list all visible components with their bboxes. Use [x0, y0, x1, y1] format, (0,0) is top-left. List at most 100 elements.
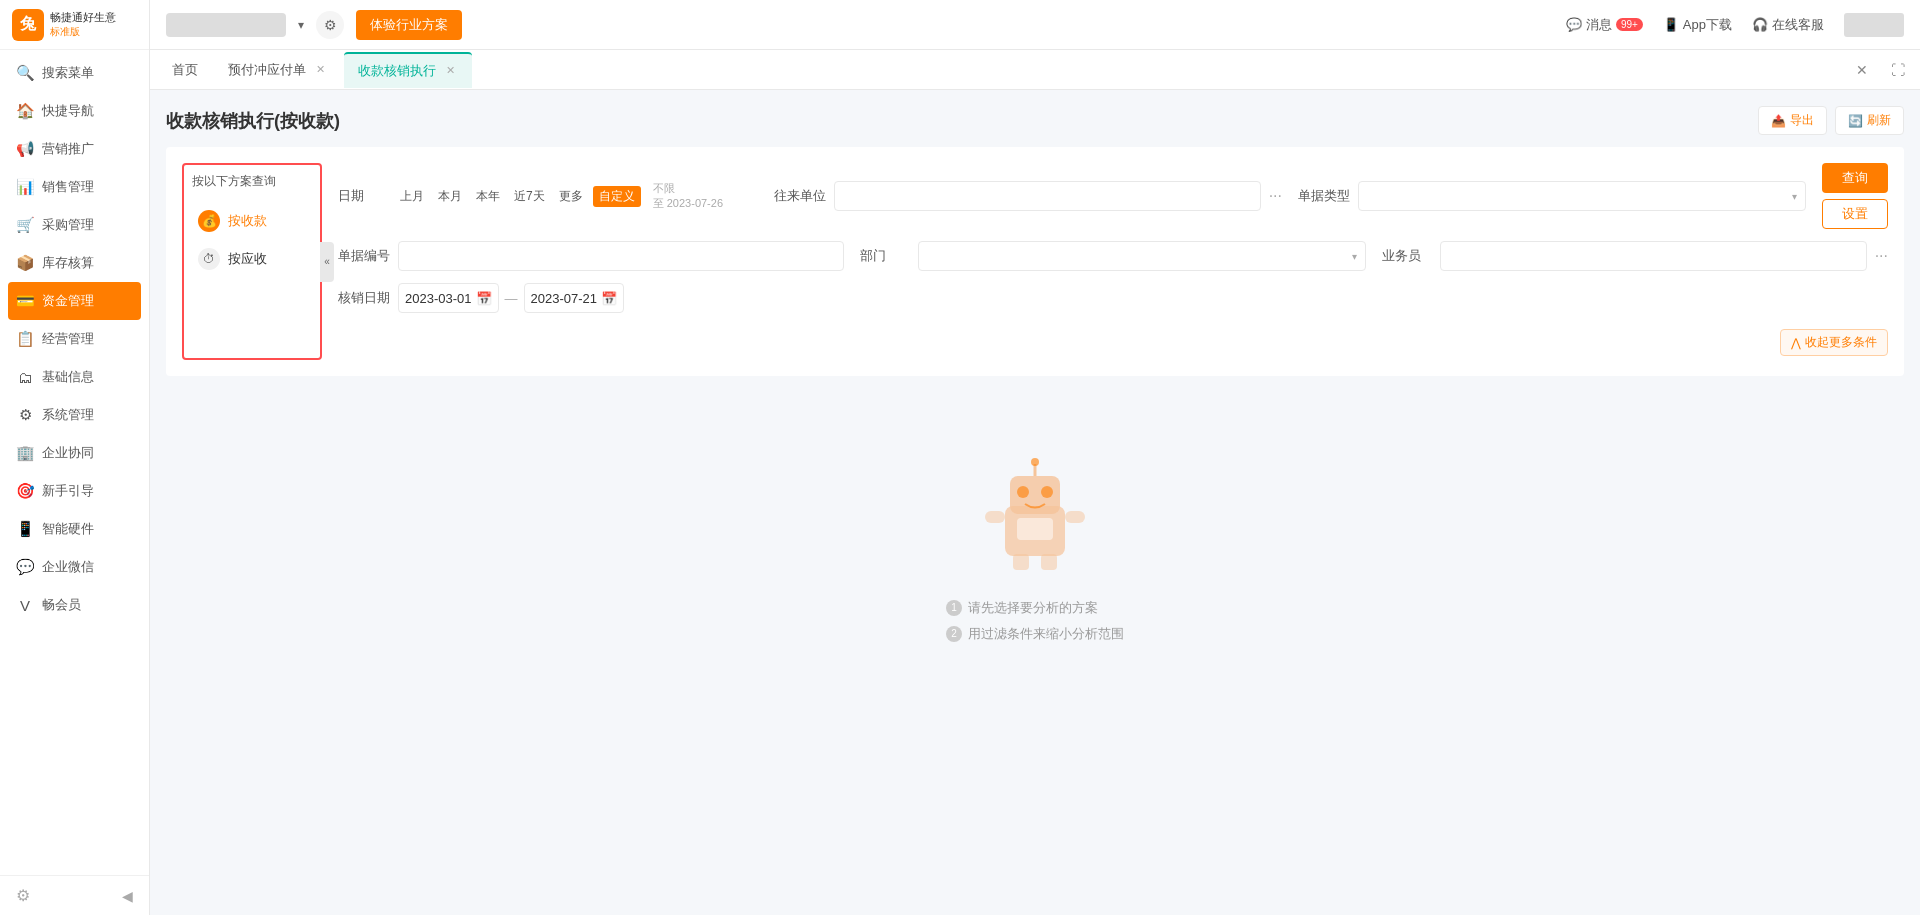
offset-date-end-value: 2023-07-21 [531, 291, 598, 306]
sidebar-item-member[interactable]: V 畅会员 [0, 586, 149, 624]
export-btn[interactable]: 📤 导出 [1758, 106, 1827, 135]
sidebar-item-wechat[interactable]: 💬 企业微信 [0, 548, 149, 586]
user-avatar[interactable] [1844, 13, 1904, 37]
doc-type-chevron-icon: ▾ [1792, 191, 1797, 202]
staff-field: 业务员 ··· [1382, 241, 1888, 271]
date-this-year[interactable]: 本年 [472, 186, 504, 207]
sidebar-label-enterprise: 企业协同 [42, 444, 94, 462]
receipt-option-icon: 💰 [198, 210, 220, 232]
filter-option-by-receipt[interactable]: 💰 按收款 [192, 202, 312, 240]
sidebar-item-system[interactable]: ⚙ 系统管理 [0, 396, 149, 434]
staff-input[interactable] [1440, 241, 1867, 271]
sidebar-item-base-info[interactable]: 🗂 基础信息 [0, 358, 149, 396]
collapse-icon: ⋀ [1791, 336, 1801, 350]
online-service-btn[interactable]: 🎧 在线客服 [1752, 16, 1824, 34]
date-custom[interactable]: 自定义 [593, 186, 641, 207]
sidebar-label-purchase: 采购管理 [42, 216, 94, 234]
offset-date-end-input[interactable]: 2023-07-21 📅 [524, 283, 625, 313]
sidebar-icon-search: 🔍 [16, 64, 34, 82]
dept-label: 部门 [860, 247, 910, 265]
sidebar-icon-sales: 📊 [16, 178, 34, 196]
tab-receipt-offset[interactable]: 收款核销执行 ✕ [344, 52, 472, 88]
dept-select[interactable]: ▾ [918, 241, 1366, 271]
collapse-label: 收起更多条件 [1805, 334, 1877, 351]
dept-chevron-icon: ▾ [1352, 251, 1357, 262]
app-download-btn[interactable]: 📱 App下载 [1663, 16, 1732, 34]
settings-icon[interactable]: ⚙ [16, 886, 30, 905]
brand-selector[interactable] [166, 13, 286, 37]
calendar-end-icon: 📅 [601, 291, 617, 306]
refresh-icon: 🔄 [1848, 114, 1863, 128]
filter-option-by-receivable[interactable]: ⏱ 按应收 [192, 240, 312, 278]
empty-svg [975, 456, 1095, 576]
date-last-month[interactable]: 上月 [396, 186, 428, 207]
close-window-btn[interactable]: ✕ [1848, 56, 1876, 84]
doc-number-input[interactable] [398, 241, 844, 271]
filter-sidebar-title: 按以下方案查询 [192, 173, 312, 194]
svg-rect-7 [1065, 511, 1085, 523]
sidebar-item-business[interactable]: 📋 经营管理 [0, 320, 149, 358]
offset-date-start-input[interactable]: 2023-03-01 📅 [398, 283, 499, 313]
expand-window-btn[interactable]: ⛶ [1884, 56, 1912, 84]
topbar-left: ▾ ⚙ 体验行业方案 [166, 10, 462, 40]
solution-btn[interactable]: 体验行业方案 [356, 10, 462, 40]
date-more[interactable]: 更多 [555, 186, 587, 207]
sidebar-icon-hardware: 📱 [16, 520, 34, 538]
calendar-start-icon: 📅 [476, 291, 492, 306]
collapse-sidebar-btn[interactable]: ◀︎ [122, 888, 133, 904]
svg-rect-6 [985, 511, 1005, 523]
page-title: 收款核销执行(按收款) [166, 109, 340, 133]
sidebar-item-finance[interactable]: 💳 资金管理 [8, 282, 141, 320]
message-badge: 99+ [1616, 18, 1643, 31]
date-this-month[interactable]: 本月 [434, 186, 466, 207]
offset-date-field: 核销日期 2023-03-01 📅 — 2023-07-21 📅 [338, 283, 1888, 313]
svg-point-2 [1017, 486, 1029, 498]
tab-home[interactable]: 首页 [158, 52, 212, 88]
sidebar-item-inventory[interactable]: 📦 库存核算 [0, 244, 149, 282]
sidebar-item-hardware[interactable]: 📱 智能硬件 [0, 510, 149, 548]
doc-type-select[interactable]: ▾ [1358, 181, 1806, 211]
sidebar-icon-marketing: 📢 [16, 140, 34, 158]
query-btn[interactable]: 查询 [1822, 163, 1888, 193]
counterpart-input[interactable] [834, 181, 1261, 211]
sidebar-label-guide: 新手引导 [42, 482, 94, 500]
sidebar-footer: ⚙ ◀︎ [0, 875, 149, 915]
tab-prepay-close[interactable]: ✕ [312, 62, 328, 78]
tab-receipt-close[interactable]: ✕ [442, 63, 458, 79]
svg-rect-8 [1013, 554, 1029, 570]
filter-sidebar-collapse-btn[interactable]: « [320, 242, 334, 282]
page-header: 收款核销执行(按收款) 📤 导出 🔄 刷新 [166, 106, 1904, 135]
sidebar-item-enterprise[interactable]: 🏢 企业协同 [0, 434, 149, 472]
brand-chevron-icon[interactable]: ▾ [298, 18, 304, 32]
sidebar-item-sales[interactable]: 📊 销售管理 [0, 168, 149, 206]
date-7days[interactable]: 近7天 [510, 186, 549, 207]
sidebar-icon-wechat: 💬 [16, 558, 34, 576]
sidebar-item-quick-nav[interactable]: 🏠 快捷导航 [0, 92, 149, 130]
doc-type-label: 单据类型 [1298, 187, 1350, 205]
topbar-right: 💬 消息 99+ 📱 App下载 🎧 在线客服 [1566, 13, 1904, 37]
counterpart-field: 往来单位 ··· [774, 181, 1282, 211]
message-icon: 💬 [1566, 17, 1582, 32]
counterpart-dots-btn[interactable]: ··· [1269, 187, 1282, 205]
date-label: 日期 [338, 187, 388, 205]
svg-rect-10 [1017, 518, 1053, 540]
settings-btn[interactable]: 设置 [1822, 199, 1888, 229]
settings-gear-btn[interactable]: ⚙ [316, 11, 344, 39]
tab-prepay-offset[interactable]: 预付冲应付单 ✕ [214, 52, 342, 88]
staff-dots-btn[interactable]: ··· [1875, 247, 1888, 265]
sidebar-icon-quick-nav: 🏠 [16, 102, 34, 120]
filter-row-1: 日期 上月 本月 本年 近7天 更多 自定义 不限 至 2023-07-26 [338, 163, 1888, 229]
sidebar-item-search[interactable]: 🔍 搜索菜单 [0, 54, 149, 92]
svg-point-5 [1031, 458, 1039, 466]
doc-number-field: 单据编号 [338, 241, 844, 271]
refresh-btn[interactable]: 🔄 刷新 [1835, 106, 1904, 135]
tab-receipt-label: 收款核销执行 [358, 62, 436, 80]
sidebar-label-system: 系统管理 [42, 406, 94, 424]
collapse-more-btn[interactable]: ⋀ 收起更多条件 [1780, 329, 1888, 356]
sidebar-icon-purchase: 🛒 [16, 216, 34, 234]
message-btn[interactable]: 💬 消息 99+ [1566, 16, 1643, 34]
sidebar-label-sales: 销售管理 [42, 178, 94, 196]
sidebar-item-guide[interactable]: 🎯 新手引导 [0, 472, 149, 510]
sidebar-item-marketing[interactable]: 📢 营销推广 [0, 130, 149, 168]
sidebar-item-purchase[interactable]: 🛒 采购管理 [0, 206, 149, 244]
